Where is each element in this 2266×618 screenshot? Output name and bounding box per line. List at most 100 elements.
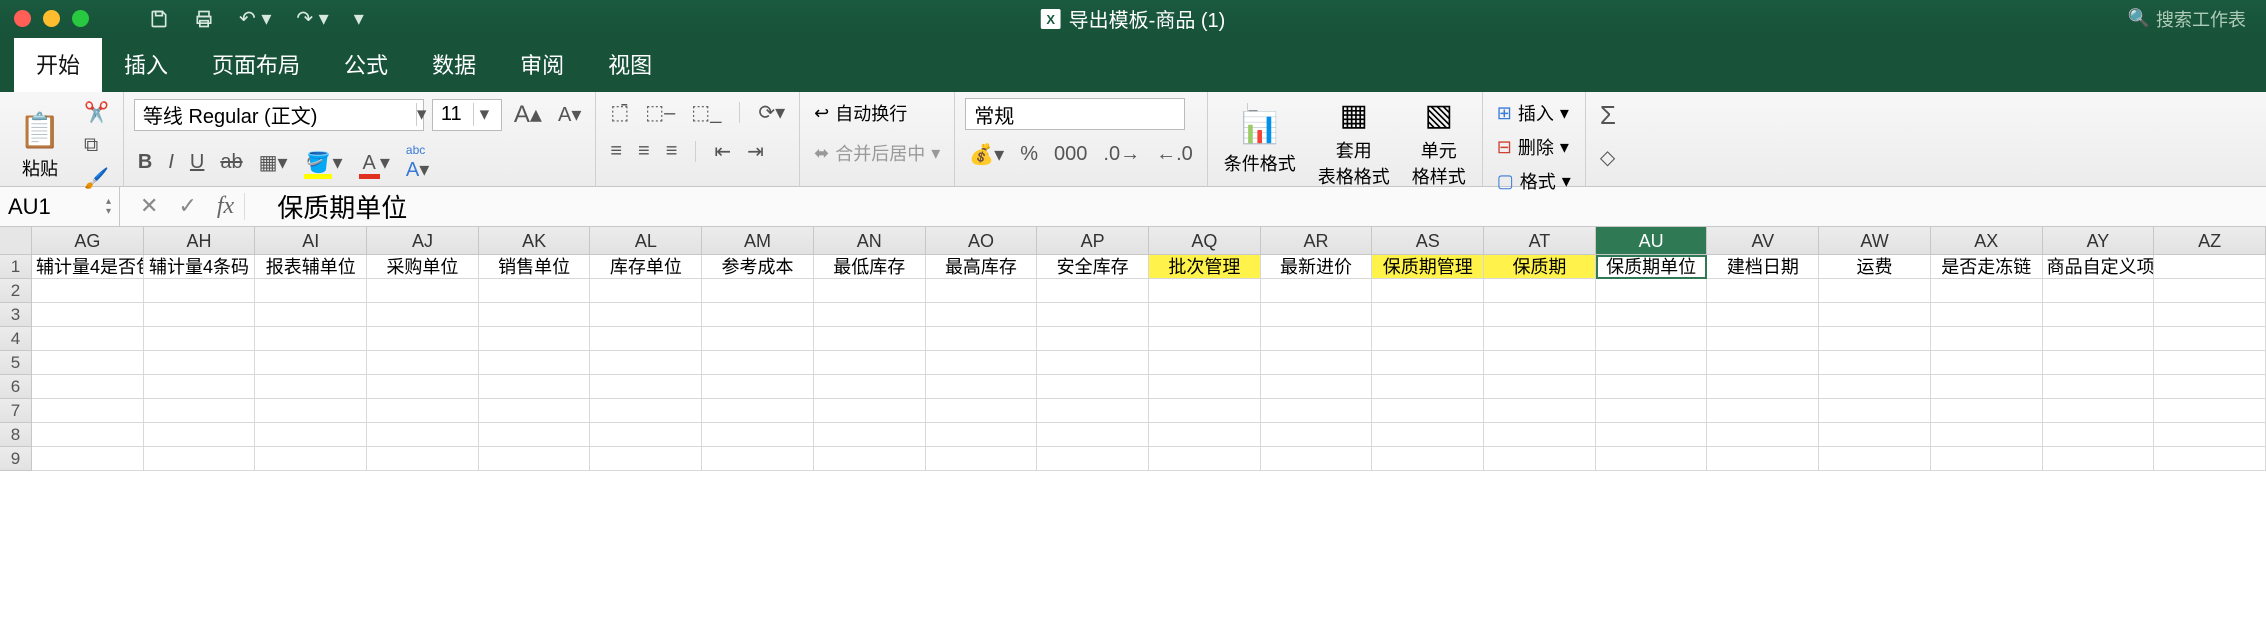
cell[interactable] [255,423,367,447]
cell[interactable] [1037,375,1149,399]
cell[interactable] [2043,303,2155,327]
cell[interactable] [814,351,926,375]
column-header[interactable]: AZ [2154,227,2266,255]
name-box[interactable]: AU1 ▴▾ [0,187,120,226]
cell[interactable] [1037,279,1149,303]
cell[interactable] [1707,375,1819,399]
cell[interactable] [1149,351,1261,375]
tab-home[interactable]: 开始 [14,38,102,92]
column-header[interactable]: AU [1596,227,1708,255]
cell[interactable] [1819,375,1931,399]
column-header[interactable]: AL [590,227,702,255]
cell[interactable] [32,375,144,399]
cell[interactable] [1149,423,1261,447]
row-header[interactable]: 8 [0,423,32,447]
cell[interactable]: 最新进价 [1261,255,1373,279]
cell[interactable] [590,447,702,471]
cell[interactable] [814,399,926,423]
format-table-button[interactable]: ▦ 套用 表格格式 [1312,98,1396,189]
cell[interactable] [255,303,367,327]
cell[interactable] [2043,423,2155,447]
align-left-icon[interactable]: ≡ [606,138,626,165]
tab-view[interactable]: 视图 [586,38,674,92]
column-header[interactable]: AG [32,227,144,255]
cell[interactable] [255,447,367,471]
undo-icon[interactable]: ↶ ▾ [239,6,271,31]
cell[interactable] [1484,303,1596,327]
cell[interactable] [1372,423,1484,447]
cell[interactable] [1819,351,1931,375]
row-header[interactable]: 7 [0,399,32,423]
cell[interactable] [1931,375,2043,399]
cell[interactable] [1372,303,1484,327]
orientation-icon[interactable]: ⟳▾ [754,98,789,127]
fill-color-button[interactable]: 🪣▾ [300,148,347,177]
formula-input[interactable] [265,191,2266,222]
decrease-indent-icon[interactable]: ⇤ [710,137,735,166]
cell[interactable] [1484,375,1596,399]
cell[interactable]: 是否走冻链 [1931,255,2043,279]
align-middle-icon[interactable]: ⬚– [641,98,679,127]
row-header[interactable]: 2 [0,279,32,303]
cell[interactable]: 保质期管理 [1372,255,1484,279]
cell[interactable] [1707,303,1819,327]
cell[interactable] [1261,327,1373,351]
cell[interactable] [702,423,814,447]
cell[interactable] [1372,399,1484,423]
cell[interactable] [1707,447,1819,471]
cell[interactable] [32,327,144,351]
border-button[interactable]: ▦▾ [255,148,292,177]
cell[interactable] [1372,327,1484,351]
cell[interactable] [144,351,256,375]
cell[interactable] [1819,399,1931,423]
cell[interactable] [926,351,1038,375]
autosum-icon[interactable]: Σ [1596,98,1620,133]
cell[interactable]: 保质期 [1484,255,1596,279]
column-header[interactable]: AQ [1149,227,1261,255]
cell[interactable] [814,423,926,447]
cell[interactable] [255,375,367,399]
column-header[interactable]: AV [1707,227,1819,255]
cell[interactable] [1707,351,1819,375]
decrease-font-icon[interactable]: A▾ [554,100,585,129]
cell[interactable] [367,279,479,303]
fx-icon[interactable]: fx [217,193,245,220]
cell[interactable] [1261,279,1373,303]
merge-center-button[interactable]: ⬌ 合并后居中 ▾ [810,138,944,168]
cell[interactable] [1372,447,1484,471]
tab-layout[interactable]: 页面布局 [190,38,322,92]
cell[interactable]: 销售单位 [479,255,591,279]
align-center-icon[interactable]: ≡ [634,138,654,165]
tab-insert[interactable]: 插入 [102,38,190,92]
cell[interactable] [2043,279,2155,303]
cell[interactable] [590,327,702,351]
chevron-down-icon[interactable]: ▾ [416,103,427,126]
cell[interactable] [32,399,144,423]
cell[interactable] [1149,399,1261,423]
name-box-stepper[interactable]: ▴▾ [106,197,111,217]
cell[interactable] [590,303,702,327]
cell[interactable] [1372,279,1484,303]
cell[interactable] [1037,351,1149,375]
cell[interactable] [1596,351,1708,375]
column-header[interactable]: AR [1261,227,1373,255]
cell[interactable] [1372,375,1484,399]
cell[interactable] [1149,447,1261,471]
cell[interactable] [1261,351,1373,375]
cell[interactable] [1819,303,1931,327]
font-color-button[interactable]: A▾ [355,148,394,177]
cell[interactable] [814,303,926,327]
cell[interactable] [702,399,814,423]
cell[interactable]: 采购单位 [367,255,479,279]
cell[interactable]: 库存单位 [590,255,702,279]
copy-icon[interactable]: ⧉ [80,132,113,159]
increase-font-icon[interactable]: A▴ [510,98,546,131]
column-header[interactable]: AW [1819,227,1931,255]
spreadsheet-grid[interactable]: AGAHAIAJAKALAMANAOAPAQARASATAUAVAWAXAYAZ… [0,227,2266,471]
cell[interactable] [1261,375,1373,399]
cell[interactable] [1931,279,2043,303]
column-header[interactable]: AJ [367,227,479,255]
italic-button[interactable]: I [164,149,178,176]
cell[interactable] [2154,375,2266,399]
column-header[interactable]: AY [2043,227,2155,255]
